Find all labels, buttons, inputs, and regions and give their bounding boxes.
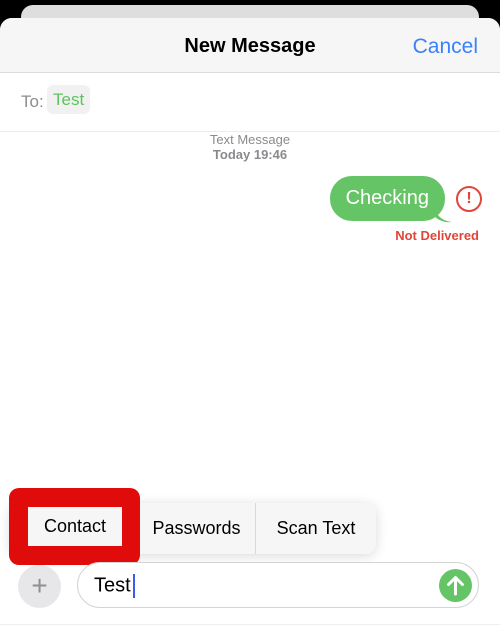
text-caret — [132, 574, 135, 598]
menu-item-scan-text[interactable]: Scan Text — [255, 503, 376, 554]
highlighted-contact-label[interactable]: Contact — [28, 507, 122, 546]
delivery-status: Not Delivered — [395, 228, 479, 243]
recipient-chip[interactable]: Test — [47, 85, 91, 114]
arrow-up-icon — [447, 576, 464, 596]
to-field[interactable]: To: Test — [0, 73, 500, 132]
divider — [0, 624, 500, 625]
service-label: Text Message — [209, 132, 291, 147]
conversation-meta: Text Message Today 19:46 — [0, 132, 500, 162]
send-button[interactable] — [439, 569, 472, 602]
message-input-text[interactable]: Test — [94, 574, 135, 598]
timestamp: Today 19:46 — [212, 147, 288, 162]
message-input[interactable]: Test — [77, 562, 479, 608]
plus-icon[interactable]: + — [18, 565, 61, 608]
cancel-button[interactable]: Cancel — [413, 35, 478, 59]
error-icon[interactable]: ! — [456, 186, 482, 212]
menu-item-passwords[interactable]: Passwords — [137, 503, 255, 554]
message-bubble[interactable]: Checking — [329, 176, 445, 221]
nav-bar: New Message Cancel — [0, 18, 500, 73]
to-label: To: — [21, 92, 44, 111]
bubble-tail — [434, 207, 452, 223]
